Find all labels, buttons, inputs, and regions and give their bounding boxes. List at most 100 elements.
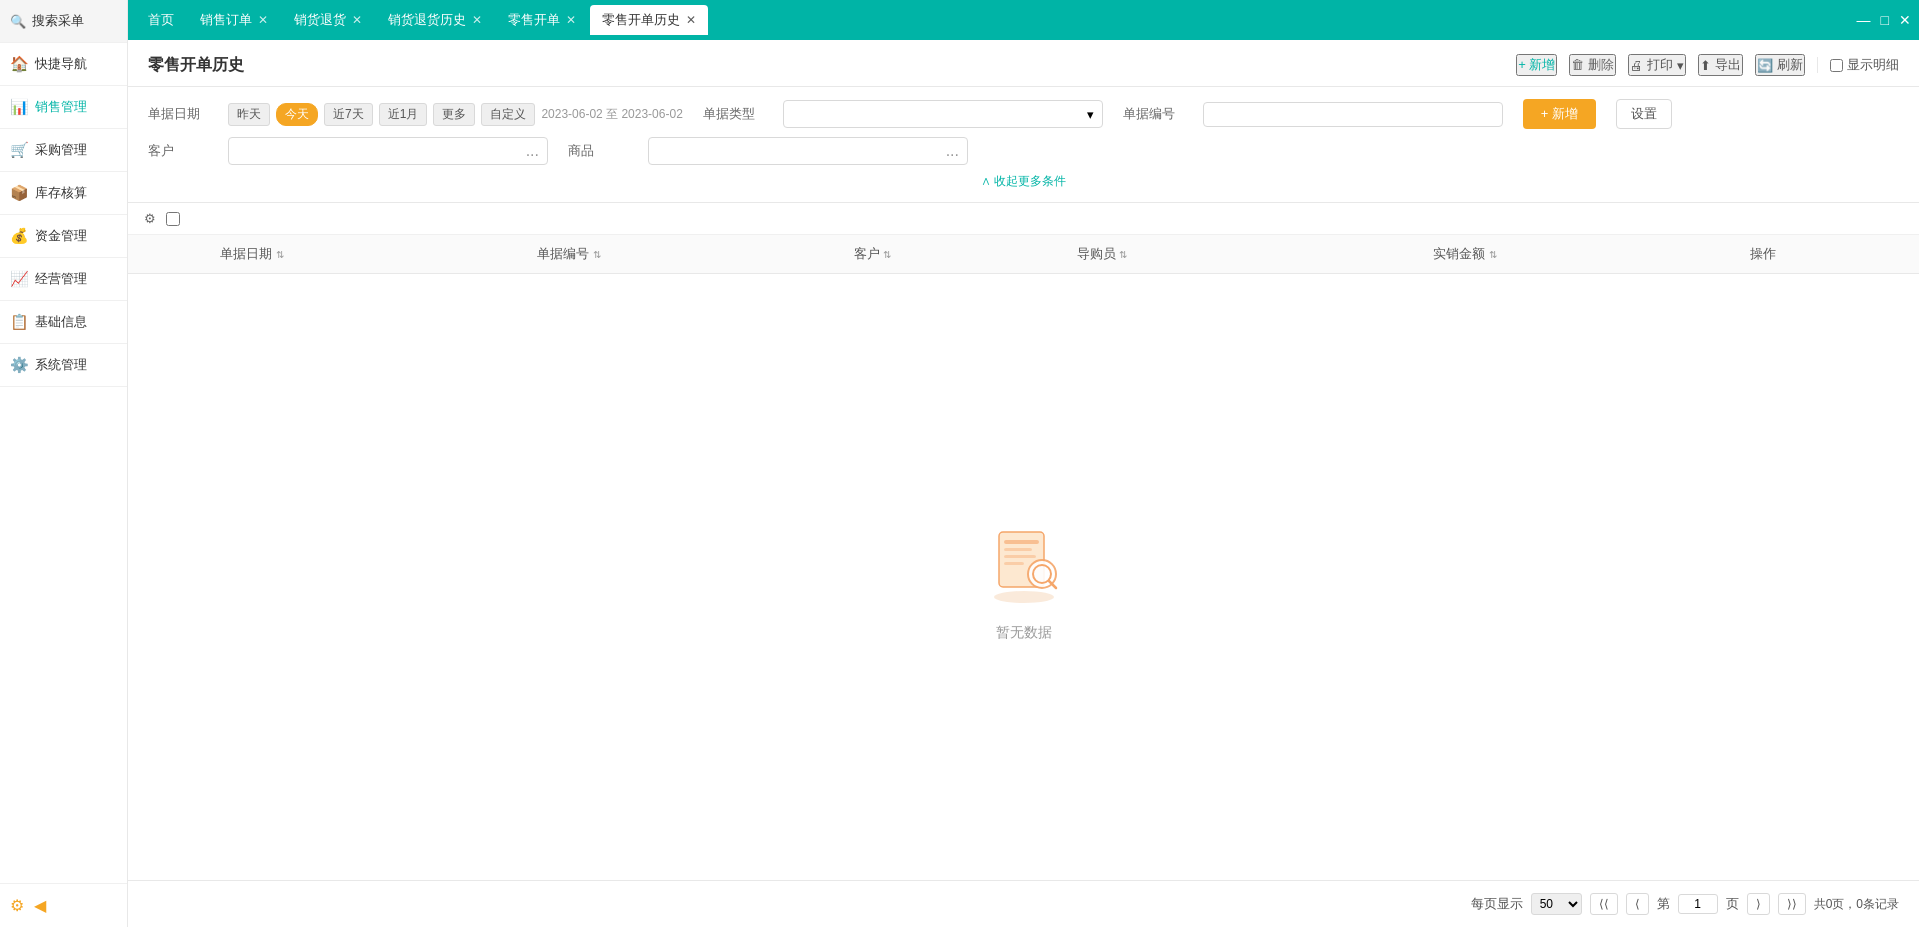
svg-rect-2	[1004, 540, 1039, 544]
filter-row-1: 单据日期 昨天 今天 近7天 近1月 更多 自定义 2023-06-02 至 2…	[148, 99, 1899, 129]
sidebar-item-operations[interactable]: 📈 经营管理	[0, 258, 127, 301]
empty-state: 暂无数据	[128, 274, 1919, 880]
settings-bottom-icon[interactable]: ⚙	[10, 896, 24, 915]
sidebar-item-purchase-mgmt[interactable]: 🛒 采购管理	[0, 129, 127, 172]
th-guide-label: 导购员	[1077, 246, 1116, 261]
number-filter-input-wrapper	[1203, 102, 1503, 127]
th-actions: 操作	[1738, 235, 1919, 274]
window-minimize-icon[interactable]: —	[1857, 12, 1871, 28]
sidebar-item-label: 库存核算	[35, 184, 87, 202]
th-spacer	[1334, 235, 1421, 274]
data-table: 单据日期 ⇅ 单据编号 ⇅ 客户 ⇅ 导购员	[128, 235, 1919, 274]
display-toggle[interactable]: 显示明细	[1830, 56, 1899, 74]
sidebar-item-label: 基础信息	[35, 313, 87, 331]
print-button[interactable]: 🖨 打印 ▾	[1628, 54, 1686, 76]
tab-retail-open-history[interactable]: 零售开单历史 ✕	[590, 5, 708, 35]
tab-home-label: 首页	[148, 11, 174, 29]
next-page-btn[interactable]: ⟩	[1747, 893, 1770, 915]
date-btn-more[interactable]: 更多	[433, 103, 475, 126]
table-header: 单据日期 ⇅ 单据编号 ⇅ 客户 ⇅ 导购员	[128, 235, 1919, 274]
sidebar-item-finance[interactable]: 💰 资金管理	[0, 215, 127, 258]
tab-close-icon[interactable]: ✕	[258, 13, 268, 27]
basic-info-icon: 📋	[10, 313, 29, 331]
query-button[interactable]: + 新增	[1523, 99, 1596, 129]
tab-retail-open-label: 零售开单	[508, 11, 560, 29]
tab-home[interactable]: 首页	[136, 5, 186, 35]
sidebar-search[interactable]: 🔍 搜索采单	[0, 0, 127, 43]
page-input[interactable]	[1678, 894, 1718, 914]
sidebar-item-quick-nav[interactable]: 🏠 快捷导航	[0, 43, 127, 86]
customer-dots-icon[interactable]: ...	[526, 142, 539, 160]
table-toolbar: ⚙	[128, 203, 1919, 235]
delete-button[interactable]: 🗑 删除	[1569, 54, 1616, 76]
prev-page-btn[interactable]: ⟨	[1626, 893, 1649, 915]
tab-sales-return-history-label: 销货退货历史	[388, 11, 466, 29]
th-date[interactable]: 单据日期 ⇅	[208, 235, 525, 274]
export-button[interactable]: ⬆ 导出	[1698, 54, 1743, 76]
customer-filter-input[interactable]	[237, 144, 526, 159]
window-maximize-icon[interactable]: □	[1881, 12, 1889, 28]
table-settings-icon[interactable]: ⚙	[144, 211, 156, 226]
number-filter-label: 单据编号	[1123, 105, 1183, 123]
collapse-more-conditions[interactable]: ∧ 收起更多条件	[148, 173, 1899, 190]
tabs-bar: 首页 销售订单 ✕ 销货退货 ✕ 销货退货历史 ✕ 零售开单 ✕ 零售开单历史 …	[128, 0, 1919, 40]
type-filter-label: 单据类型	[703, 105, 763, 123]
date-btn-yesterday[interactable]: 昨天	[228, 103, 270, 126]
system-icon: ⚙️	[10, 356, 29, 374]
total-info: 共0页，0条记录	[1814, 896, 1899, 913]
th-amount[interactable]: 实销金额 ⇅	[1421, 235, 1738, 274]
page-label: 第	[1657, 895, 1670, 913]
sidebar-item-sales-mgmt[interactable]: 📊 销售管理	[0, 86, 127, 129]
per-page-select[interactable]: 50 10 20 100	[1531, 893, 1582, 915]
last-page-btn[interactable]: ⟩⟩	[1778, 893, 1806, 915]
th-number[interactable]: 单据编号 ⇅	[525, 235, 842, 274]
content-area: 零售开单历史 + 新增 🗑 删除 🖨 打印 ▾ ⬆ 导出 🔄 刷新	[128, 40, 1919, 927]
empty-text: 暂无数据	[996, 624, 1052, 642]
th-customer[interactable]: 客户 ⇅	[842, 235, 1065, 274]
purchase-icon: 🛒	[10, 141, 29, 159]
goods-filter-input[interactable]	[657, 144, 946, 159]
th-date-label: 单据日期	[220, 246, 272, 261]
inventory-icon: 📦	[10, 184, 29, 202]
search-icon: 🔍	[10, 14, 26, 29]
add-button[interactable]: + 新增	[1516, 54, 1557, 76]
date-range-display: 2023-06-02 至 2023-06-02	[541, 106, 682, 123]
tab-close-icon[interactable]: ✕	[352, 13, 362, 27]
sidebar-item-inventory[interactable]: 📦 库存核算	[0, 172, 127, 215]
page-header: 零售开单历史 + 新增 🗑 删除 🖨 打印 ▾ ⬆ 导出 🔄 刷新	[128, 40, 1919, 87]
window-close-icon[interactable]: ✕	[1899, 12, 1911, 28]
sidebar-bottom: ⚙ ◀	[0, 883, 127, 927]
sidebar-item-basic-info[interactable]: 📋 基础信息	[0, 301, 127, 344]
first-page-btn[interactable]: ⟨⟨	[1590, 893, 1618, 915]
sidebar-search-label: 搜索采单	[32, 12, 84, 30]
display-checkbox[interactable]	[1830, 59, 1843, 72]
customer-filter-label: 客户	[148, 142, 208, 160]
date-btn-today[interactable]: 今天	[276, 103, 318, 126]
goods-dots-icon[interactable]: ...	[946, 142, 959, 160]
empty-state-icon	[974, 512, 1074, 612]
tab-close-icon[interactable]: ✕	[686, 13, 696, 27]
number-filter-input[interactable]	[1212, 107, 1494, 122]
select-all-checkbox[interactable]	[166, 212, 180, 226]
sidebar-item-label: 经营管理	[35, 270, 87, 288]
date-btn-custom[interactable]: 自定义	[481, 103, 535, 126]
collapse-sidebar-icon[interactable]: ◀	[34, 896, 46, 915]
tab-retail-open[interactable]: 零售开单 ✕	[496, 5, 588, 35]
tab-close-icon[interactable]: ✕	[472, 13, 482, 27]
th-settings	[128, 235, 168, 274]
sidebar-item-system[interactable]: ⚙️ 系统管理	[0, 344, 127, 387]
date-btn-1month[interactable]: 近1月	[379, 103, 428, 126]
tab-close-icon[interactable]: ✕	[566, 13, 576, 27]
th-amount-label: 实销金额	[1433, 246, 1485, 261]
type-filter-select[interactable]: ▾	[783, 100, 1103, 128]
pagination: 每页显示 50 10 20 100 ⟨⟨ ⟨ 第 页 ⟩ ⟩⟩ 共0页，0条记录	[128, 880, 1919, 927]
tab-sales-return-history[interactable]: 销货退货历史 ✕	[376, 5, 494, 35]
tab-sales-return[interactable]: 销货退货 ✕	[282, 5, 374, 35]
filter-section: 单据日期 昨天 今天 近7天 近1月 更多 自定义 2023-06-02 至 2…	[128, 87, 1919, 203]
date-btn-7days[interactable]: 近7天	[324, 103, 373, 126]
export-icon: ⬆	[1700, 58, 1711, 73]
refresh-button[interactable]: 🔄 刷新	[1755, 54, 1805, 76]
tab-sales-order[interactable]: 销售订单 ✕	[188, 5, 280, 35]
setting-button[interactable]: 设置	[1616, 99, 1672, 129]
th-guide[interactable]: 导购员 ⇅	[1065, 235, 1335, 274]
